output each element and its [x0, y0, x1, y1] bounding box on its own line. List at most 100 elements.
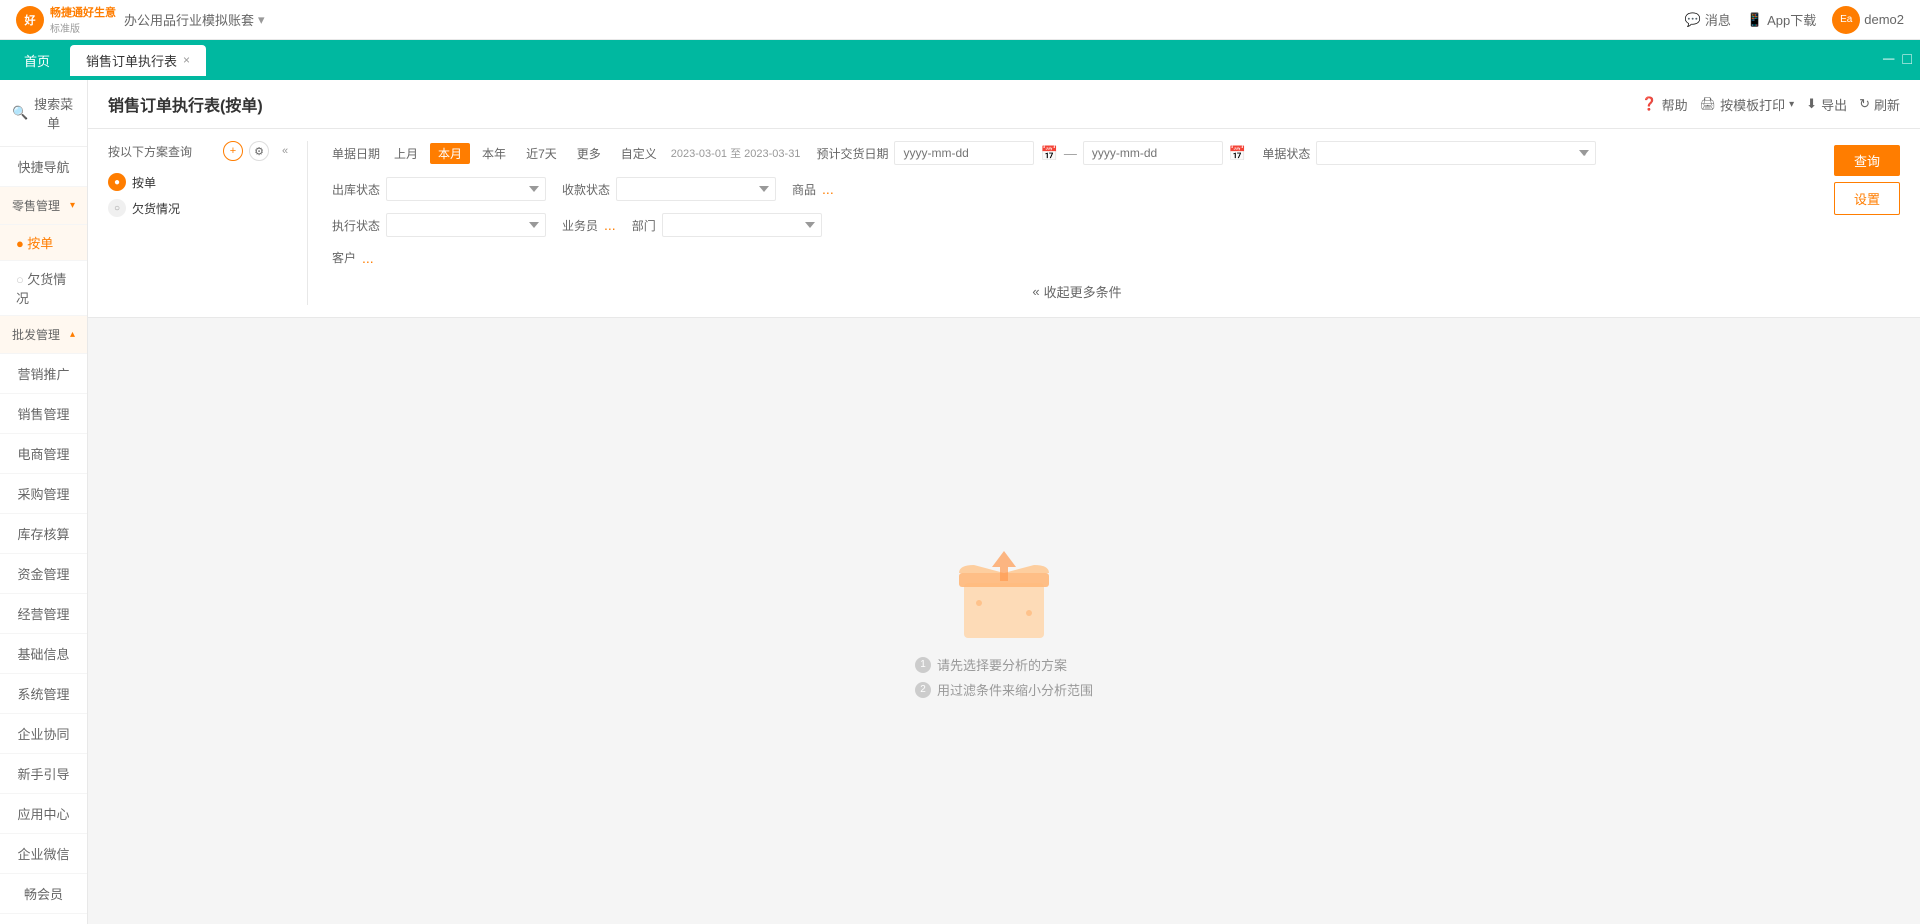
expected-date-from-input[interactable]: [894, 141, 1034, 165]
logo-icon: 好: [16, 6, 44, 34]
breadcrumb-arrow[interactable]: ▾: [258, 12, 265, 28]
tab-minimize-btn[interactable]: ─: [1883, 51, 1894, 69]
date-tab-this-year[interactable]: 本年: [474, 143, 514, 164]
scheme-item-icon-debt: ○: [108, 199, 126, 217]
empty-tip-1: 1 请先选择要分析的方案: [915, 655, 1093, 674]
empty-svg: [944, 543, 1064, 643]
sidebar-sub-item-debt[interactable]: ○ 欠货情况: [0, 261, 87, 316]
sidebar-sub-item-order[interactable]: ● 按单: [0, 225, 87, 261]
user-area[interactable]: Ea demo2: [1832, 6, 1904, 34]
payment-status-select[interactable]: [616, 177, 776, 201]
tab-active[interactable]: 销售订单执行表 ×: [70, 45, 206, 76]
filter-delivery-row: 出库状态 收款状态: [332, 177, 1822, 201]
delivery-status-select[interactable]: [386, 177, 546, 201]
logo-text: 畅捷通好生意 标准版: [50, 4, 116, 35]
date-tab-more[interactable]: 更多: [569, 143, 609, 164]
app-download-btn[interactable]: 📱 App下载: [1747, 10, 1816, 29]
date-tab-7days[interactable]: 近7天: [518, 143, 565, 164]
dept-select[interactable]: [662, 213, 822, 237]
exec-status-select[interactable]: [386, 213, 546, 237]
customer-picker-btn[interactable]: ...: [362, 250, 374, 266]
sidebar-item-wechat[interactable]: 企业微信: [0, 834, 87, 874]
tab-bar-right: ─ □: [1883, 51, 1912, 69]
filter-product-item: 商品 ...: [792, 181, 834, 198]
empty-tip-2: 2 用过滤条件来缩小分析范围: [915, 680, 1093, 699]
salesperson-picker-btn[interactable]: ...: [604, 217, 616, 233]
sidebar: 🔍 搜索菜单 快捷导航 零售管理 ▾ ● 按单 ○ 欠货情况 批发管理 ▴ 营销…: [0, 80, 88, 924]
filter-date-row: 单据日期 上月 本月 本年 近7天 更多 自定义: [332, 141, 1822, 165]
refresh-btn[interactable]: ↻ 刷新: [1859, 95, 1900, 114]
scheme-add-btn[interactable]: +: [223, 141, 243, 161]
tab-home[interactable]: 首页: [8, 45, 66, 76]
tab-close-btn[interactable]: ×: [183, 53, 190, 67]
refresh-icon: ↻: [1859, 96, 1870, 112]
scheme-settings-btn[interactable]: ⚙: [249, 141, 269, 161]
page-header-actions: ❓ 帮助 🖨 按模板打印 ▾ ⬇ 导出 ↻ 刷新: [1641, 95, 1900, 114]
date-range-display: 2023-03-01 至 2023-03-31: [671, 145, 801, 161]
tip-num-2: 2: [915, 682, 931, 698]
sidebar-item-wholesale[interactable]: 批发管理 ▴: [0, 316, 87, 354]
setting-btn[interactable]: 设置: [1834, 182, 1900, 215]
scheme-item-order[interactable]: ● 按单: [108, 169, 295, 195]
sidebar-item-member[interactable]: 畅会员: [0, 874, 87, 914]
collapse-filter-btn[interactable]: « 收起更多条件: [332, 278, 1822, 305]
sidebar-item-system[interactable]: 系统管理: [0, 674, 87, 714]
data-area: 1 请先选择要分析的方案 2 用过滤条件来缩小分析范围: [88, 318, 1920, 924]
status-select[interactable]: [1316, 141, 1596, 165]
sidebar-item-purchase[interactable]: 采购管理: [0, 474, 87, 514]
tab-bar: 首页 销售订单执行表 × ─ □: [0, 40, 1920, 80]
message-btn[interactable]: 💬 消息: [1685, 10, 1731, 29]
sidebar-item-marketing[interactable]: 营销推广: [0, 354, 87, 394]
sidebar-item-apps[interactable]: 应用中心: [0, 794, 87, 834]
print-icon: 🖨: [1700, 96, 1717, 112]
sidebar-item-ecommerce[interactable]: 电商管理: [0, 434, 87, 474]
sidebar-item-retail[interactable]: 零售管理 ▾: [0, 187, 87, 225]
message-icon: 💬: [1685, 12, 1701, 28]
filter-customer-row: 客户 ...: [332, 249, 1822, 266]
calendar-from-icon[interactable]: 📅: [1040, 145, 1057, 162]
tab-maximize-btn[interactable]: □: [1902, 51, 1912, 69]
date-separator: —: [1064, 146, 1077, 161]
query-btn[interactable]: 查询: [1834, 145, 1900, 176]
scheme-item-debt[interactable]: ○ 欠货情况: [108, 195, 295, 221]
filter-delivery-item: 出库状态: [332, 177, 546, 201]
date-tab-this-month[interactable]: 本月: [430, 143, 470, 164]
calendar-to-icon[interactable]: 📅: [1229, 145, 1246, 162]
sidebar-item-sales[interactable]: 销售管理: [0, 394, 87, 434]
help-icon: ❓: [1641, 96, 1657, 112]
sidebar-item-basic[interactable]: 基础信息: [0, 634, 87, 674]
scheme-panel: 按以下方案查询 + ⚙ « ● 按单: [108, 141, 308, 305]
export-icon: ⬇: [1806, 96, 1817, 112]
sidebar-item-inventory[interactable]: 库存核算: [0, 514, 87, 554]
date-tab-last-month[interactable]: 上月: [386, 143, 426, 164]
tip-num-1: 1: [915, 657, 931, 673]
filter-row-1: 单据日期 上月 本月 本年 近7天 更多 自定义: [332, 141, 1900, 305]
filter-fields-main: 单据日期 上月 本月 本年 近7天 更多 自定义: [332, 141, 1822, 305]
date-tab-custom[interactable]: 自定义: [613, 143, 665, 164]
top-bar-left: 好 畅捷通好生意 标准版 办公用品行业模拟账套 ▾: [16, 4, 265, 35]
template-print-btn[interactable]: 🖨 按模板打印 ▾: [1700, 95, 1795, 114]
breadcrumb-text: 办公用品行业模拟账套: [124, 10, 254, 29]
collapse-icon: «: [1032, 284, 1039, 299]
expected-date-to-input[interactable]: [1083, 141, 1223, 165]
sidebar-item-business[interactable]: 经营管理: [0, 594, 87, 634]
sidebar-item-quick-nav[interactable]: 快捷导航: [0, 147, 87, 187]
sidebar-item-finance[interactable]: 资金管理: [0, 554, 87, 594]
export-btn[interactable]: ⬇ 导出: [1806, 95, 1847, 114]
filter-payment-item: 收款状态: [562, 177, 776, 201]
sidebar-search-btn[interactable]: 🔍 搜索菜单: [8, 90, 79, 136]
top-bar: 好 畅捷通好生意 标准版 办公用品行业模拟账套 ▾ 💬 消息 📱 App下载 E…: [0, 0, 1920, 40]
sidebar-item-enterprise[interactable]: 企业协同: [0, 714, 87, 754]
chevron-up-icon: ▴: [70, 329, 75, 340]
help-btn[interactable]: ❓ 帮助: [1641, 95, 1687, 114]
scheme-collapse-btn[interactable]: «: [275, 141, 295, 161]
download-icon: 📱: [1747, 12, 1763, 28]
top-bar-right: 💬 消息 📱 App下载 Ea demo2: [1685, 6, 1904, 34]
sidebar-item-newbie[interactable]: 新手引导: [0, 754, 87, 794]
print-arrow-icon: ▾: [1789, 99, 1794, 110]
main-layout: 🔍 搜索菜单 快捷导航 零售管理 ▾ ● 按单 ○ 欠货情况 批发管理 ▴ 营销…: [0, 80, 1920, 924]
filter-salesperson-item: 业务员 ...: [562, 217, 616, 234]
product-picker-btn[interactable]: ...: [822, 181, 834, 197]
scheme-item-icon-order: ●: [108, 173, 126, 191]
empty-tips: 1 请先选择要分析的方案 2 用过滤条件来缩小分析范围: [915, 655, 1093, 699]
